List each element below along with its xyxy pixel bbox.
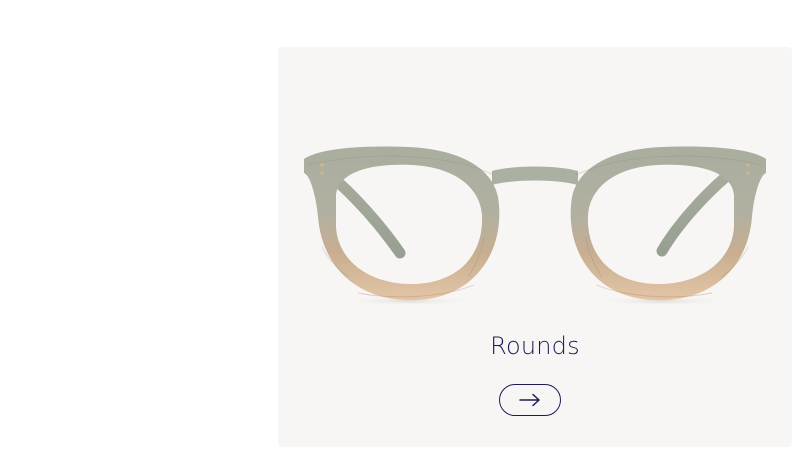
round-eyeglasses-image — [278, 47, 792, 337]
page: Rounds — [0, 0, 800, 461]
shop-rounds-button[interactable] — [499, 384, 561, 416]
category-card-rounds[interactable]: Rounds — [278, 47, 792, 447]
category-title: Rounds — [490, 332, 580, 360]
arrow-right-icon — [519, 393, 540, 407]
